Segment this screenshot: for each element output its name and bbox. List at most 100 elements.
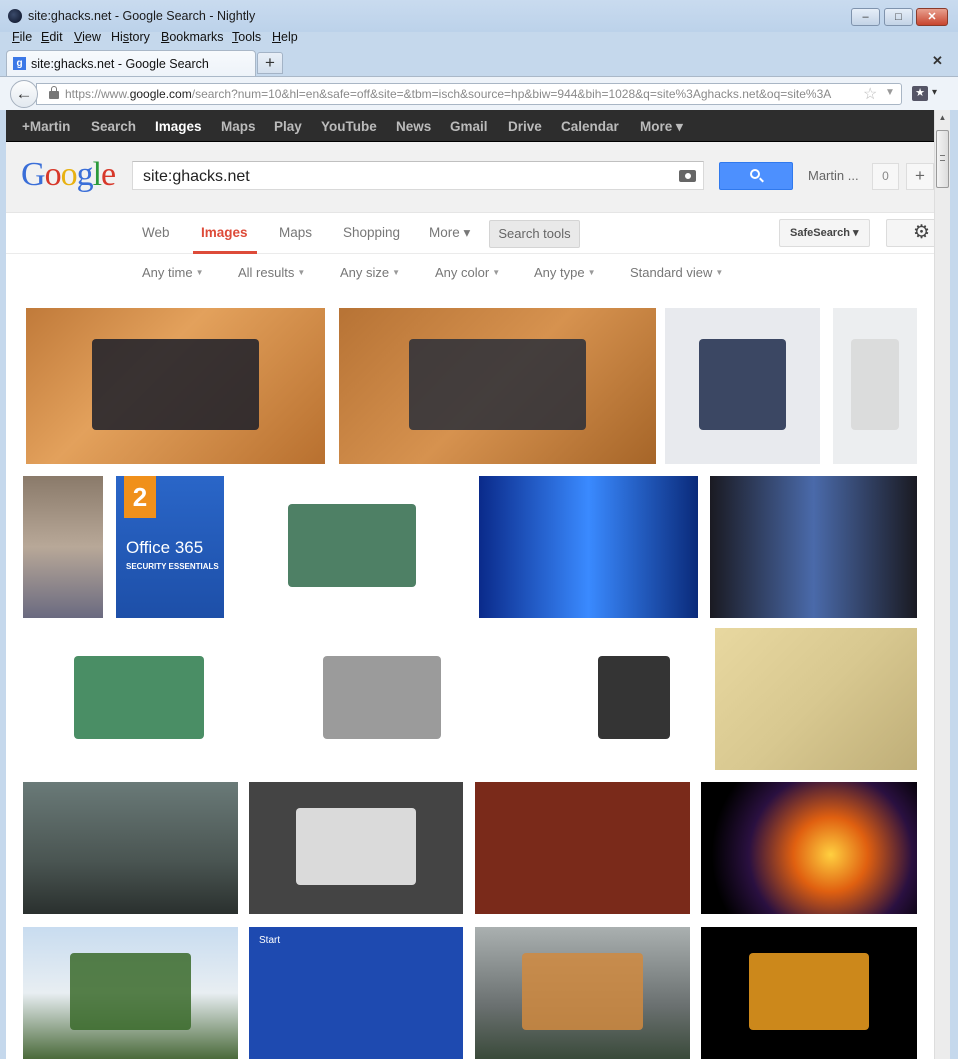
user-name[interactable]: Martin ... bbox=[808, 168, 859, 183]
close-window-button[interactable]: ✕ bbox=[916, 8, 948, 26]
thumbnail-subject bbox=[699, 339, 786, 430]
search-tools-filters: Any time ▼ All results ▼ Any size ▼ Any col… bbox=[6, 255, 934, 291]
image-result[interactable] bbox=[23, 927, 238, 1059]
gbar-maps[interactable]: Maps bbox=[221, 119, 256, 134]
image-result[interactable] bbox=[701, 927, 917, 1059]
image-result[interactable] bbox=[475, 782, 690, 914]
image-result[interactable] bbox=[276, 628, 488, 770]
filter-label: All results bbox=[238, 265, 295, 280]
gbar-drive[interactable]: Drive bbox=[508, 119, 542, 134]
search-type-tabs: Web Images Maps Shopping More ▾ Search t… bbox=[6, 214, 934, 254]
image-result[interactable] bbox=[479, 476, 698, 618]
tab-images[interactable]: Images bbox=[201, 225, 248, 240]
image-result[interactable]: Start bbox=[249, 927, 463, 1059]
logo-letter: e bbox=[101, 156, 116, 193]
gbar-images[interactable]: Images bbox=[155, 119, 202, 134]
image-result[interactable] bbox=[569, 628, 699, 770]
safesearch-button[interactable]: SafeSearch ▾ bbox=[779, 219, 870, 247]
thumbnail-subject bbox=[288, 504, 416, 587]
share-button[interactable]: + bbox=[906, 163, 934, 190]
tab-shopping[interactable]: Shopping bbox=[343, 225, 400, 240]
scrollbar-thumb[interactable] bbox=[936, 130, 949, 188]
tab-maps[interactable]: Maps bbox=[279, 225, 312, 240]
filter-view[interactable]: Standard view ▼ bbox=[630, 265, 723, 280]
settings-button[interactable]: ⚙ bbox=[886, 219, 934, 247]
search-query: site:ghacks.net bbox=[143, 168, 250, 185]
image-result[interactable] bbox=[23, 628, 255, 770]
filter-label: Standard view bbox=[630, 265, 713, 280]
notification-count[interactable]: 0 bbox=[872, 163, 899, 190]
image-result[interactable] bbox=[475, 927, 690, 1059]
gbar-more[interactable]: More ▾ bbox=[640, 119, 683, 135]
filter-type[interactable]: Any type ▼ bbox=[534, 265, 596, 280]
url-bar[interactable]: https://www.google.com/search?num=10&hl=… bbox=[36, 83, 902, 105]
logo-letter: g bbox=[76, 156, 94, 193]
magnifier-icon bbox=[750, 169, 760, 179]
bookmark-star-icon[interactable]: ☆ bbox=[863, 84, 877, 104]
minimize-button[interactable]: – bbox=[851, 8, 880, 26]
menu-edit[interactable]: Edit bbox=[41, 30, 63, 44]
thumbnail-subject bbox=[851, 339, 899, 430]
tab-web[interactable]: Web bbox=[142, 225, 170, 240]
bookmarks-menu-button[interactable]: ★ bbox=[912, 86, 928, 101]
logo-letter: o bbox=[44, 156, 62, 193]
filter-color[interactable]: Any color ▼ bbox=[435, 265, 500, 280]
lock-icon bbox=[49, 86, 59, 99]
menu-history[interactable]: History bbox=[111, 30, 150, 44]
gbar-gmail[interactable]: Gmail bbox=[450, 119, 488, 134]
gbar-calendar[interactable]: Calendar bbox=[561, 119, 619, 134]
image-result[interactable] bbox=[833, 308, 917, 464]
menu-view[interactable]: View bbox=[74, 30, 101, 44]
grip-icon bbox=[940, 155, 945, 161]
image-result[interactable] bbox=[23, 476, 103, 618]
google-logo[interactable]: Google bbox=[21, 156, 116, 194]
thumbnail-caption: Office 365 bbox=[126, 538, 204, 557]
scroll-up-arrow-icon[interactable]: ▲ bbox=[935, 110, 950, 126]
camera-icon[interactable] bbox=[679, 170, 696, 182]
thumbnail-subject bbox=[91, 339, 260, 430]
tab-more[interactable]: More ▾ bbox=[429, 225, 470, 241]
bookmarks-dropdown-icon[interactable]: ▾ bbox=[932, 87, 937, 98]
search-input[interactable]: site:ghacks.net bbox=[132, 161, 704, 190]
maximize-button[interactable]: □ bbox=[884, 8, 913, 26]
active-tab-indicator bbox=[193, 251, 257, 254]
image-result[interactable] bbox=[23, 782, 238, 914]
filter-results[interactable]: All results ▼ bbox=[238, 265, 305, 280]
filter-size[interactable]: Any size ▼ bbox=[340, 265, 400, 280]
thumbnail-badge: 2 bbox=[124, 476, 156, 518]
image-result[interactable] bbox=[665, 308, 820, 464]
url-text[interactable]: https://www.google.com/search?num=10&hl=… bbox=[65, 87, 865, 101]
caret-down-icon: ▼ bbox=[715, 268, 724, 277]
image-result[interactable] bbox=[339, 308, 656, 464]
maximize-icon: □ bbox=[895, 11, 902, 23]
gbar-youtube[interactable]: YouTube bbox=[321, 119, 377, 134]
close-tab-button[interactable]: ✕ bbox=[932, 53, 943, 69]
caret-down-icon: ▼ bbox=[195, 268, 204, 277]
tab-google-search[interactable]: g site:ghacks.net - Google Search bbox=[6, 50, 256, 76]
image-result[interactable] bbox=[715, 628, 917, 770]
gbar-news[interactable]: News bbox=[396, 119, 431, 134]
url-history-dropdown-icon[interactable]: ▼ bbox=[885, 87, 895, 98]
back-button[interactable]: ← bbox=[10, 80, 38, 108]
search-button[interactable] bbox=[719, 162, 793, 190]
filter-label: Any size bbox=[340, 265, 390, 280]
search-tools-button[interactable]: Search tools bbox=[489, 220, 580, 248]
menu-tools[interactable]: Tools bbox=[232, 30, 261, 44]
menu-help[interactable]: Help bbox=[272, 30, 298, 44]
image-result[interactable] bbox=[701, 782, 917, 914]
image-result[interactable]: Office 365 SECURITY ESSENTIALS 2 bbox=[116, 476, 224, 618]
new-tab-button[interactable]: + bbox=[257, 52, 283, 74]
thumbnail-subject bbox=[70, 953, 191, 1030]
gbar-plus-martin[interactable]: +Martin bbox=[22, 119, 70, 134]
image-result[interactable] bbox=[710, 476, 917, 618]
image-result[interactable] bbox=[26, 308, 325, 464]
filter-time[interactable]: Any time ▼ bbox=[142, 265, 204, 280]
menu-bookmarks[interactable]: Bookmarks bbox=[161, 30, 224, 44]
image-result[interactable] bbox=[249, 782, 463, 914]
menu-file[interactable]: File bbox=[12, 30, 32, 44]
gbar-play[interactable]: Play bbox=[274, 119, 302, 134]
window-border bbox=[950, 110, 958, 1059]
gbar-search[interactable]: Search bbox=[91, 119, 136, 134]
vertical-scrollbar[interactable]: ▲ bbox=[934, 110, 950, 1059]
image-result[interactable] bbox=[238, 476, 466, 618]
